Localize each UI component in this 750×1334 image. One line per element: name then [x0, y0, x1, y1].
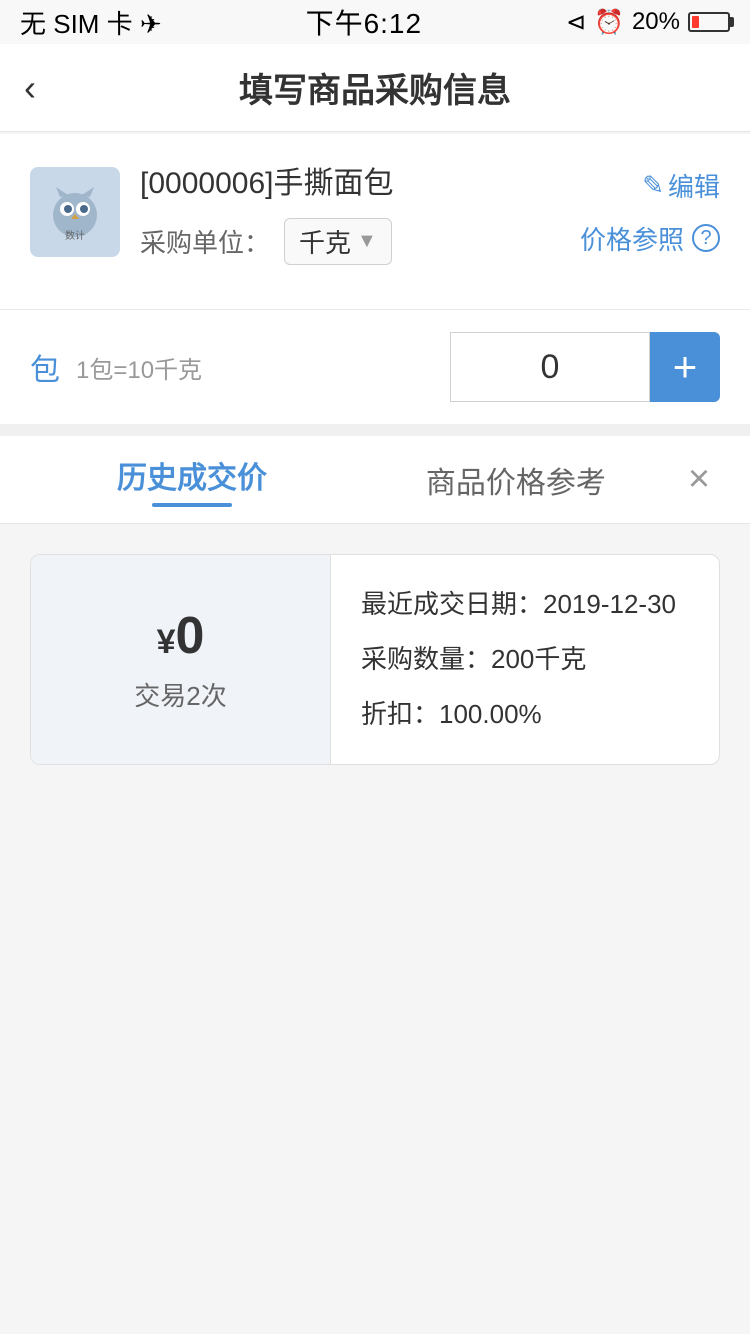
price-value: 0: [176, 607, 205, 665]
edit-button[interactable]: ✎ 编辑: [642, 167, 720, 204]
price-ref-label: 价格参照: [580, 220, 684, 257]
tab-product-price-ref[interactable]: 商品价格参考: [354, 436, 678, 523]
unit-select-arrow-icon: ▼: [357, 230, 377, 253]
product-header: 数计 [0000006]手撕面包 采购单位： 千克 ▼ ✎ 编辑: [30, 158, 720, 265]
quantity-row: 包 1包=10千克 +: [0, 309, 750, 424]
tab-history-price[interactable]: 历史成交价: [30, 436, 354, 523]
edit-label: 编辑: [668, 167, 720, 204]
product-thumbnail: 数计: [30, 167, 120, 257]
history-content: ¥0 交易2次 最近成交日期：2019-12-30 采购数量：200千克 折扣：…: [0, 524, 750, 1124]
last-trade-date-value: 2019-12-30: [543, 589, 676, 619]
history-card-left: ¥0 交易2次: [31, 555, 331, 764]
purchase-qty-value: 200千克: [491, 644, 586, 674]
tabs-bar: 历史成交价 商品价格参考 ×: [0, 436, 750, 524]
history-price: ¥0: [157, 606, 205, 666]
history-trade-count: 交易2次: [134, 676, 226, 713]
product-card: 数计 [0000006]手撕面包 采购单位： 千克 ▼ ✎ 编辑: [0, 134, 750, 309]
last-trade-date-label: 最近成交日期：: [361, 589, 543, 619]
tab-active-underline: [152, 503, 232, 507]
qty-conversion-text: 1包=10千克: [76, 350, 202, 385]
status-time: 下午6:12: [306, 2, 423, 42]
status-bar: 无 SIM 卡 ✈ 下午6:12 ⊲ ⏰ 20%: [0, 0, 750, 44]
unit-select[interactable]: 千克 ▼: [284, 218, 392, 265]
alarm-icon: ⏰: [594, 8, 624, 37]
product-name: [0000006]手撕面包: [140, 158, 393, 202]
product-unit-row: 采购单位： 千克 ▼: [140, 218, 393, 265]
svg-text:数计: 数计: [65, 229, 85, 242]
product-right-col: ✎ 编辑 价格参照 ?: [580, 167, 720, 257]
price-currency-symbol: ¥: [157, 623, 176, 661]
nav-bar: ‹ 填写商品采购信息: [0, 44, 750, 132]
quantity-input[interactable]: [450, 332, 650, 402]
unit-value: 千克: [299, 223, 351, 260]
unit-label: 采购单位：: [140, 223, 270, 260]
sim-label: 无 SIM 卡 ✈: [20, 4, 162, 41]
page-title: 填写商品采购信息: [239, 63, 511, 112]
section-divider: [0, 424, 750, 436]
product-thumb-svg: 数计: [40, 177, 110, 247]
discount-label: 折扣：: [361, 699, 439, 729]
price-reference-button[interactable]: 价格参照 ?: [580, 220, 720, 257]
qty-right: +: [450, 332, 720, 402]
history-card: ¥0 交易2次 最近成交日期：2019-12-30 采购数量：200千克 折扣：…: [30, 554, 720, 765]
qty-unit-badge: 包: [30, 345, 60, 389]
battery-icon: [688, 12, 730, 32]
status-right: ⊲ ⏰ 20%: [566, 8, 730, 37]
status-left: 无 SIM 卡 ✈: [20, 4, 162, 41]
discount-value: 100.00%: [439, 699, 542, 729]
tab-close-button[interactable]: ×: [678, 458, 720, 501]
battery-percent: 20%: [632, 8, 680, 36]
quantity-plus-button[interactable]: +: [650, 332, 720, 402]
tab-product-ref-label: 商品价格参考: [426, 458, 606, 502]
discount-row: 折扣：100.00%: [361, 695, 689, 734]
purchase-qty-label: 采购数量：: [361, 644, 491, 674]
back-button[interactable]: ‹: [24, 67, 36, 109]
edit-icon: ✎: [642, 170, 664, 201]
last-trade-date-row: 最近成交日期：2019-12-30: [361, 585, 689, 624]
product-left: 数计 [0000006]手撕面包 采购单位： 千克 ▼: [30, 158, 393, 265]
purchase-qty-row: 采购数量：200千克: [361, 640, 689, 679]
help-icon: ?: [692, 224, 720, 252]
qty-left: 包 1包=10千克: [30, 345, 202, 389]
location-icon: ⊲: [566, 8, 586, 37]
product-info: [0000006]手撕面包 采购单位： 千克 ▼: [140, 158, 393, 265]
tab-history-label: 历史成交价: [117, 453, 267, 497]
history-card-right: 最近成交日期：2019-12-30 采购数量：200千克 折扣：100.00%: [331, 555, 719, 764]
